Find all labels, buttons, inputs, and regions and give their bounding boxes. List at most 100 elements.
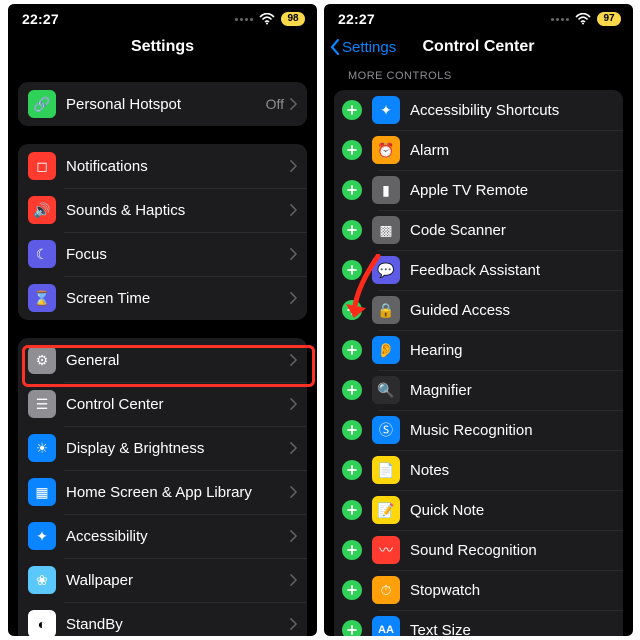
add-button[interactable] (342, 180, 362, 200)
toggles-icon: ☰ (28, 390, 56, 418)
chevron-right-icon (290, 618, 297, 630)
control-label: Notes (410, 462, 613, 479)
row-personal-hotspot[interactable]: 🔗 Personal Hotspot Off (18, 82, 307, 126)
control-label: Guided Access (410, 302, 613, 319)
row-screen-time[interactable]: ⌛ Screen Time (18, 276, 307, 320)
row-label: Focus (66, 246, 290, 263)
chevron-right-icon (290, 398, 297, 410)
control-apple-tv-remote: ▮ Apple TV Remote (334, 170, 623, 210)
row-label: Personal Hotspot (66, 96, 266, 113)
sun-icon: ☀ (28, 434, 56, 462)
row-sounds-haptics[interactable]: 🔊 Sounds & Haptics (18, 188, 307, 232)
control-label: Magnifier (410, 382, 613, 399)
control-guided-access: 🔒 Guided Access (334, 290, 623, 330)
row-label: Accessibility (66, 528, 290, 545)
plus-icon (347, 225, 357, 235)
add-button[interactable] (342, 540, 362, 560)
row-label: General (66, 352, 290, 369)
plus-icon (347, 585, 357, 595)
row-focus[interactable]: ☾ Focus (18, 232, 307, 276)
plus-icon (347, 505, 357, 515)
row-label: StandBy (66, 616, 290, 633)
add-button[interactable] (342, 580, 362, 600)
settings-group-hotspot: 🔗 Personal Hotspot Off (18, 82, 307, 126)
speaker-icon: 🔊 (28, 196, 56, 224)
status-bar: 22:27 97 (324, 4, 633, 30)
add-button[interactable] (342, 420, 362, 440)
add-button[interactable] (342, 300, 362, 320)
status-time: 22:27 (338, 11, 375, 27)
row-control-center[interactable]: ☰ Control Center (18, 382, 307, 426)
hourglass-icon: ⌛ (28, 284, 56, 312)
row-home-screen-app-library[interactable]: ▦ Home Screen & App Library (18, 470, 307, 514)
add-button[interactable] (342, 100, 362, 120)
add-button[interactable] (342, 620, 362, 636)
chevron-right-icon (290, 486, 297, 498)
page-title: Control Center (423, 38, 535, 56)
magnify-icon: 🔍 (372, 376, 400, 404)
accessibility-icon: ✦ (28, 522, 56, 550)
row-wallpaper[interactable]: ❀ Wallpaper (18, 558, 307, 602)
plus-icon (347, 345, 357, 355)
control-label: Text Size (410, 622, 613, 637)
qr-icon: ▩ (372, 216, 400, 244)
row-display-brightness[interactable]: ☀ Display & Brightness (18, 426, 307, 470)
plus-icon (347, 145, 357, 155)
textsize-icon: AA (372, 616, 400, 636)
chevron-left-icon (330, 39, 340, 55)
plus-icon (347, 425, 357, 435)
chevron-right-icon (290, 204, 297, 216)
control-quick-note: 📝 Quick Note (334, 490, 623, 530)
lock-icon: 🔒 (372, 296, 400, 324)
page-title: Settings (131, 38, 194, 56)
add-button[interactable] (342, 380, 362, 400)
chevron-right-icon (290, 530, 297, 542)
chevron-right-icon (290, 442, 297, 454)
row-general[interactable]: ⚙ General (18, 338, 307, 382)
row-accessibility[interactable]: ✦ Accessibility (18, 514, 307, 558)
more-controls-list: ✦ Accessibility Shortcuts ⏰ Alarm ▮ Appl… (334, 90, 623, 636)
row-label: Screen Time (66, 290, 290, 307)
settings-group-notifications: ◻ Notifications 🔊 Sounds & Haptics ☾ Foc… (18, 144, 307, 320)
add-button[interactable] (342, 460, 362, 480)
plus-icon (347, 385, 357, 395)
chat-icon: 💬 (372, 256, 400, 284)
status-cell-dots (235, 18, 253, 21)
quicknote-icon: 📝 (372, 496, 400, 524)
flower-icon: ❀ (28, 566, 56, 594)
control-label: Apple TV Remote (410, 182, 613, 199)
row-label: Sounds & Haptics (66, 202, 290, 219)
row-label: Display & Brightness (66, 440, 290, 457)
accessibility-icon: ✦ (372, 96, 400, 124)
plus-icon (347, 465, 357, 475)
row-label: Wallpaper (66, 572, 290, 589)
add-button[interactable] (342, 140, 362, 160)
back-button[interactable]: Settings (330, 30, 396, 64)
row-notifications[interactable]: ◻ Notifications (18, 144, 307, 188)
control-label: Feedback Assistant (410, 262, 613, 279)
row-standby[interactable]: ◐ StandBy (18, 602, 307, 636)
control-label: Quick Note (410, 502, 613, 519)
wifi-icon (575, 13, 591, 25)
control-notes: 📄 Notes (334, 450, 623, 490)
control-label: Stopwatch (410, 582, 613, 599)
control-label: Accessibility Shortcuts (410, 102, 613, 119)
screenshot-settings: 22:27 98 Settings 🔗 Personal Hotspot Off… (8, 4, 317, 636)
add-button[interactable] (342, 500, 362, 520)
add-button[interactable] (342, 260, 362, 280)
nav-bar: Settings Control Center (324, 30, 633, 64)
control-hearing: 👂 Hearing (334, 330, 623, 370)
add-button[interactable] (342, 340, 362, 360)
notes-icon: 📄 (372, 456, 400, 484)
control-alarm: ⏰ Alarm (334, 130, 623, 170)
plus-icon (347, 625, 357, 635)
status-bar: 22:27 98 (8, 4, 317, 30)
moon-icon: ☾ (28, 240, 56, 268)
chevron-right-icon (290, 574, 297, 586)
status-time: 22:27 (22, 11, 59, 27)
chevron-right-icon (290, 248, 297, 260)
control-label: Alarm (410, 142, 613, 159)
plus-icon (347, 305, 357, 315)
add-button[interactable] (342, 220, 362, 240)
chevron-right-icon (290, 292, 297, 304)
